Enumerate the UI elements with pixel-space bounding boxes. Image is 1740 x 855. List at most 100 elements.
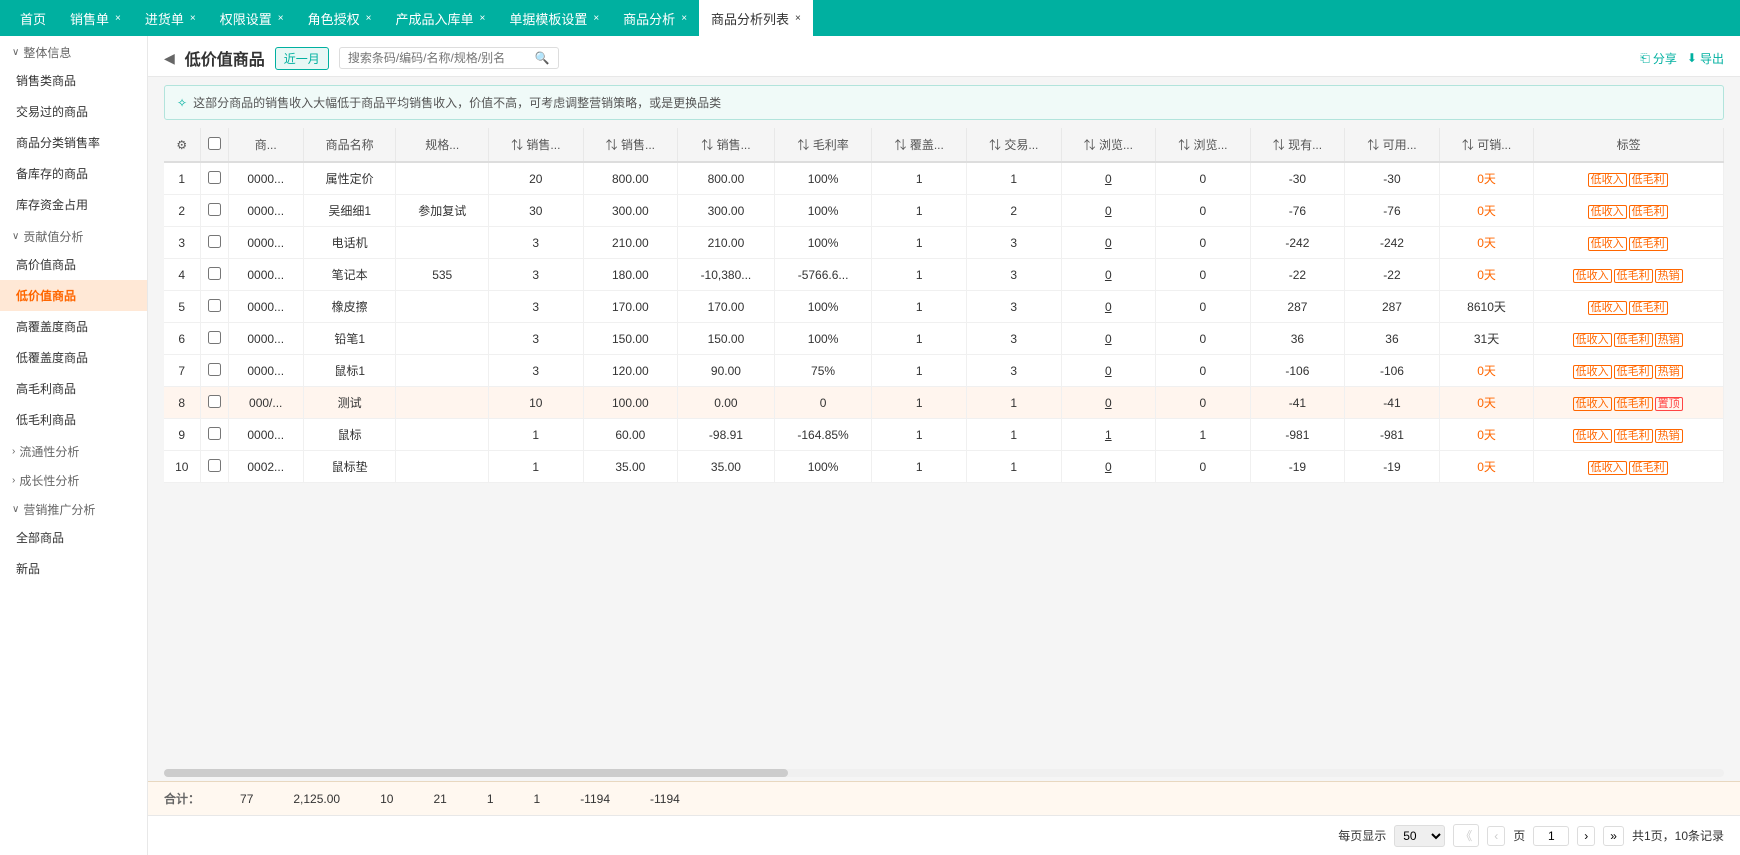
close-icon[interactable]: × bbox=[278, 13, 284, 24]
nav-item-sales[interactable]: 销售单 × bbox=[58, 0, 133, 36]
row-view1[interactable]: 1 bbox=[1061, 419, 1156, 451]
row-checkbox-cell[interactable] bbox=[200, 323, 228, 355]
row-checkbox[interactable] bbox=[208, 395, 221, 408]
row-checkbox-cell[interactable] bbox=[200, 419, 228, 451]
period-button[interactable]: 近一月 bbox=[275, 47, 329, 70]
col-view1: ⇅ 浏览... bbox=[1061, 128, 1156, 162]
nav-item-purchase[interactable]: 进货单 × bbox=[133, 0, 208, 36]
row-view1[interactable]: 0 bbox=[1061, 227, 1156, 259]
row-checkbox[interactable] bbox=[208, 235, 221, 248]
row-view1[interactable]: 0 bbox=[1061, 355, 1156, 387]
last-page-button[interactable]: » bbox=[1603, 826, 1624, 846]
row-checkbox[interactable] bbox=[208, 203, 221, 216]
close-icon[interactable]: × bbox=[681, 13, 687, 24]
row-view1[interactable]: 0 bbox=[1061, 259, 1156, 291]
row-checkbox[interactable] bbox=[208, 299, 221, 312]
horizontal-scrollbar[interactable] bbox=[164, 769, 1724, 777]
sidebar-group-overall[interactable]: ∨ 整体信息 bbox=[0, 36, 147, 65]
row-checkbox-cell[interactable] bbox=[200, 227, 228, 259]
close-icon[interactable]: × bbox=[366, 13, 372, 24]
sidebar-item-all-products[interactable]: 全部商品 bbox=[0, 522, 147, 553]
page-number-input[interactable] bbox=[1533, 826, 1569, 846]
sidebar-item-stock-funds[interactable]: 库存资金占用 bbox=[0, 189, 147, 220]
row-checkbox[interactable] bbox=[208, 267, 221, 280]
row-current: -22 bbox=[1250, 259, 1345, 291]
first-page-button[interactable]: 《 bbox=[1453, 824, 1479, 847]
sidebar-item-stock-products[interactable]: 备库存的商品 bbox=[0, 158, 147, 189]
checkbox-col-header[interactable] bbox=[200, 128, 228, 162]
prev-page-button[interactable]: ‹ bbox=[1487, 826, 1505, 846]
select-all-checkbox[interactable] bbox=[208, 137, 221, 150]
sidebar-item-low-margin[interactable]: 低毛利商品 bbox=[0, 404, 147, 435]
nav-item-home[interactable]: 首页 bbox=[8, 0, 58, 36]
export-button[interactable]: ⬇ 导出 bbox=[1687, 50, 1724, 67]
row-qty: 30 bbox=[488, 195, 583, 227]
row-checkbox[interactable] bbox=[208, 363, 221, 376]
settings-col-header[interactable]: ⚙ bbox=[164, 128, 200, 162]
row-salable: 0天 bbox=[1439, 387, 1534, 419]
row-salable: 0天 bbox=[1439, 195, 1534, 227]
row-checkbox-cell[interactable] bbox=[200, 259, 228, 291]
sidebar-group-marketing[interactable]: ∨ 营销推广分析 bbox=[0, 493, 147, 522]
sidebar-item-new-products[interactable]: 新品 bbox=[0, 553, 147, 584]
row-tags: 低收入低毛利热销 bbox=[1534, 323, 1724, 355]
row-spec bbox=[396, 387, 489, 419]
search-icon[interactable]: 🔍 bbox=[535, 51, 550, 65]
nav-item-template-settings[interactable]: 单据模板设置 × bbox=[497, 0, 611, 36]
row-checkbox-cell[interactable] bbox=[200, 451, 228, 483]
sidebar-group-contribution[interactable]: ∨ 贡献值分析 bbox=[0, 220, 147, 249]
nav-item-product-analysis[interactable]: 商品分析 × bbox=[611, 0, 699, 36]
row-checkbox-cell[interactable] bbox=[200, 291, 228, 323]
row-name: 笔记本 bbox=[303, 259, 396, 291]
row-view2: 0 bbox=[1156, 387, 1251, 419]
row-coverage: 1 bbox=[872, 323, 967, 355]
close-icon[interactable]: × bbox=[115, 13, 121, 24]
row-view1[interactable]: 0 bbox=[1061, 195, 1156, 227]
row-qty: 20 bbox=[488, 162, 583, 195]
row-checkbox[interactable] bbox=[208, 331, 221, 344]
sidebar-group-circulation[interactable]: › 流通性分析 bbox=[0, 435, 147, 464]
row-checkbox-cell[interactable] bbox=[200, 387, 228, 419]
row-view1[interactable]: 0 bbox=[1061, 162, 1156, 195]
sidebar-item-sales-products[interactable]: 销售类商品 bbox=[0, 65, 147, 96]
row-view1[interactable]: 0 bbox=[1061, 451, 1156, 483]
row-checkbox-cell[interactable] bbox=[200, 162, 228, 195]
row-checkbox-cell[interactable] bbox=[200, 195, 228, 227]
sidebar-item-traded-products[interactable]: 交易过的商品 bbox=[0, 96, 147, 127]
row-spec bbox=[396, 291, 489, 323]
close-icon[interactable]: × bbox=[190, 13, 196, 24]
row-checkbox[interactable] bbox=[208, 427, 221, 440]
row-view1[interactable]: 0 bbox=[1061, 387, 1156, 419]
nav-item-analysis-list[interactable]: 商品分析列表 × bbox=[699, 0, 813, 36]
row-cost: 210.00 bbox=[678, 227, 775, 259]
next-page-button[interactable]: › bbox=[1577, 826, 1595, 846]
row-checkbox[interactable] bbox=[208, 459, 221, 472]
nav-item-product-stock[interactable]: 产成品入库单 × bbox=[383, 0, 497, 36]
sidebar-item-category-sales-rate[interactable]: 商品分类销售率 bbox=[0, 127, 147, 158]
sidebar-group-growth[interactable]: › 成长性分析 bbox=[0, 464, 147, 493]
row-cost: 800.00 bbox=[678, 162, 775, 195]
sidebar-item-low-coverage[interactable]: 低覆盖度商品 bbox=[0, 342, 147, 373]
per-page-select[interactable]: 50 100 200 bbox=[1394, 825, 1445, 847]
collapse-icon[interactable]: ◀ bbox=[164, 50, 175, 67]
settings-icon[interactable]: ⚙ bbox=[176, 138, 187, 152]
row-view1[interactable]: 0 bbox=[1061, 323, 1156, 355]
row-spec bbox=[396, 451, 489, 483]
row-checkbox-cell[interactable] bbox=[200, 355, 228, 387]
sidebar-item-high-value[interactable]: 高价值商品 bbox=[0, 249, 147, 280]
sidebar-item-high-margin[interactable]: 高毛利商品 bbox=[0, 373, 147, 404]
nav-item-permissions[interactable]: 权限设置 × bbox=[208, 0, 296, 36]
search-input[interactable] bbox=[348, 51, 535, 65]
nav-item-roles[interactable]: 角色授权 × bbox=[296, 0, 384, 36]
close-icon[interactable]: × bbox=[593, 13, 599, 24]
sidebar-item-low-value[interactable]: 低价值商品 bbox=[0, 280, 147, 311]
row-view1[interactable]: 0 bbox=[1061, 291, 1156, 323]
page-label: 页 bbox=[1513, 827, 1525, 844]
row-checkbox[interactable] bbox=[208, 171, 221, 184]
sidebar-item-high-coverage[interactable]: 高覆盖度商品 bbox=[0, 311, 147, 342]
close-icon[interactable]: × bbox=[795, 13, 801, 24]
share-button[interactable]: ⎗ 分享 bbox=[1640, 50, 1677, 67]
row-rate: 0 bbox=[774, 387, 872, 419]
row-code: 0000... bbox=[228, 355, 303, 387]
close-icon[interactable]: × bbox=[479, 13, 485, 24]
